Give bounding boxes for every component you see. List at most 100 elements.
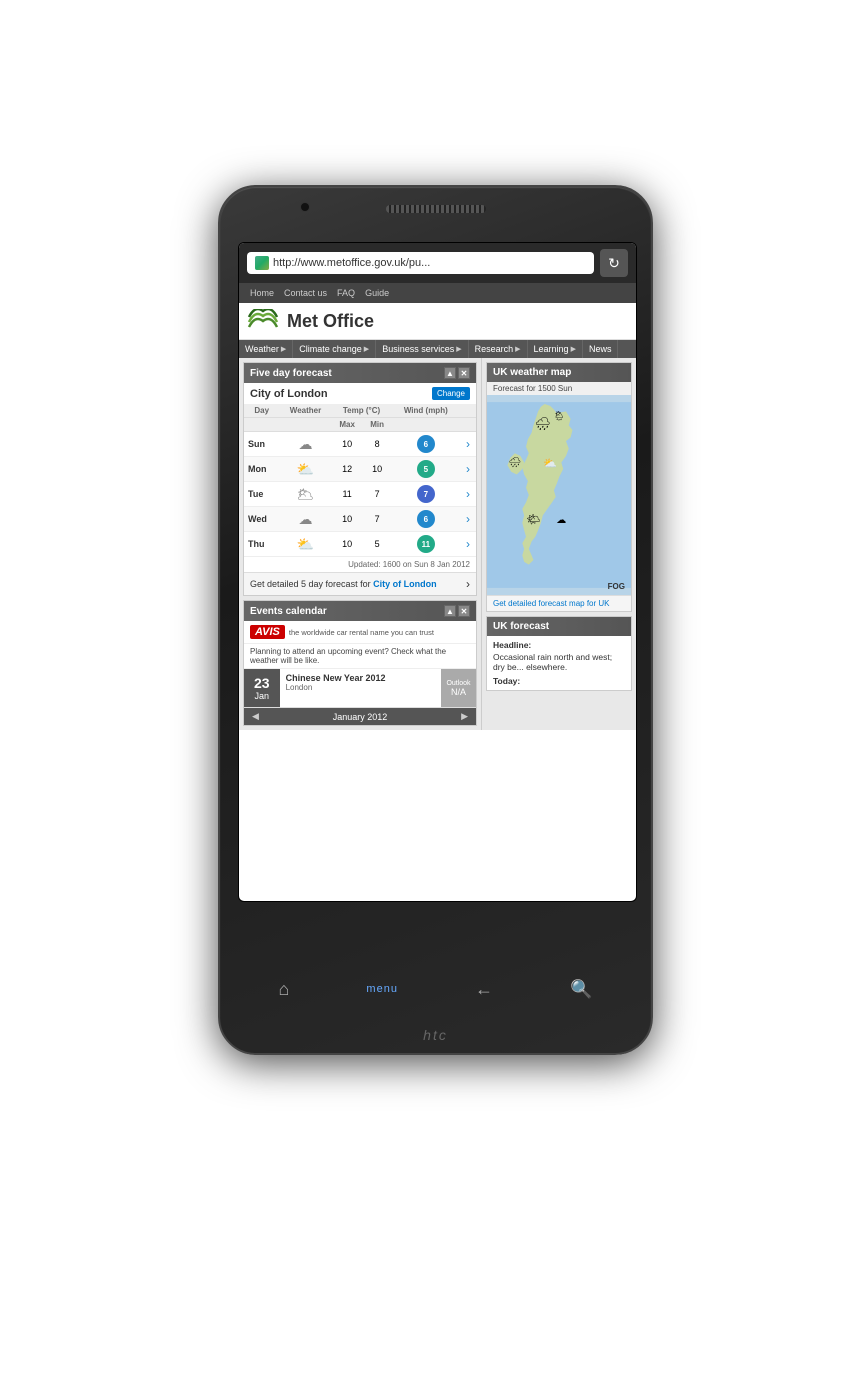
url-bar[interactable]: http://www.metoffice.gov.uk/pu... — [247, 252, 594, 274]
outlook-label: Outlook — [446, 680, 470, 687]
scene: http://www.metoffice.gov.uk/pu... ↻ Home… — [0, 0, 865, 1390]
weather-icon-mon: ⛅ — [279, 457, 331, 482]
events-close-btn[interactable]: ✕ — [458, 605, 470, 617]
table-row[interactable]: Mon ⛅ 12 10 5 › — [244, 457, 476, 482]
wind-tue: 7 — [391, 482, 460, 507]
col-max: Max — [332, 418, 363, 432]
table-row[interactable]: Wed ☁ 10 7 6 › — [244, 507, 476, 532]
weather-icon-wed: ☁ — [279, 507, 331, 532]
cal-prev-arrow[interactable]: ◀ — [252, 711, 259, 722]
site-favicon — [255, 256, 269, 270]
row-arrow-sun[interactable]: › — [460, 432, 476, 457]
phone-body: http://www.metoffice.gov.uk/pu... ↻ Home… — [218, 185, 653, 1055]
nav-research-arrow: ▶ — [515, 345, 520, 353]
col-day: Day — [244, 404, 279, 418]
map-title: UK weather map — [493, 367, 571, 378]
calendar-navigation: ◀ January 2012 ▶ — [244, 708, 476, 725]
table-row[interactable]: Sun ☁ 10 8 6 › — [244, 432, 476, 457]
phone-bottom-nav: ⌂ menu ← 🔍 — [220, 963, 651, 1015]
phone-screen: http://www.metoffice.gov.uk/pu... ↻ Home… — [238, 242, 637, 902]
weather-icon-thu: ⛅ — [279, 532, 331, 557]
widget-close-btn[interactable]: ✕ — [458, 367, 470, 379]
location-name: City of London — [250, 388, 328, 400]
outlook-value: N/A — [451, 687, 466, 697]
max-wed: 10 — [332, 507, 363, 532]
nav-faq[interactable]: FAQ — [332, 286, 360, 300]
reload-button[interactable]: ↻ — [600, 249, 628, 277]
nav-guide[interactable]: Guide — [360, 286, 394, 300]
events-calendar-widget: Events calendar ▲ ✕ AVIS the worldwide c… — [243, 600, 477, 726]
col-weather: Weather — [279, 404, 331, 418]
event-info: Chinese New Year 2012 London — [280, 669, 441, 707]
day-mon: Mon — [244, 457, 279, 482]
nav-search-button[interactable]: 🔍 — [570, 979, 592, 1000]
forecast-link-prefix: Get detailed 5 day forecast for City of … — [250, 579, 437, 589]
events-description: Planning to attend an upcoming event? Ch… — [244, 644, 476, 669]
row-arrow-thu[interactable]: › — [460, 532, 476, 557]
site-content[interactable]: Home Contact us FAQ Guide Met Office — [239, 283, 636, 863]
main-navigation: Weather ▶ Climate change ▶ Business serv… — [239, 340, 636, 358]
forecast-headline-label: Headline: — [493, 640, 625, 650]
forecast-detail-link[interactable]: Get detailed 5 day forecast for City of … — [244, 572, 476, 595]
reload-icon: ↻ — [608, 255, 620, 272]
uk-forecast-content: Headline: Occasional rain north and west… — [487, 636, 631, 690]
nav-news[interactable]: News — [583, 340, 619, 358]
widget-up-btn[interactable]: ▲ — [444, 367, 456, 379]
avis-advertisement: AVIS the worldwide car rental name you c… — [244, 621, 476, 644]
table-row[interactable]: Thu ⛅ 10 5 11 › — [244, 532, 476, 557]
nav-learning[interactable]: Learning ▶ — [528, 340, 583, 358]
wind-sun: 6 — [391, 432, 460, 457]
left-column: Five day forecast ▲ ✕ City of London Cha… — [239, 358, 481, 730]
day-sun: Sun — [244, 432, 279, 457]
svg-text:🌦: 🌦 — [554, 410, 566, 421]
events-widget-controls: ▲ ✕ — [444, 605, 470, 617]
content-grid: Five day forecast ▲ ✕ City of London Cha… — [239, 358, 636, 730]
event-month: Jan — [255, 691, 270, 701]
row-arrow-mon[interactable]: › — [460, 457, 476, 482]
widget-controls: ▲ ✕ — [444, 367, 470, 379]
weather-icon-sun: ☁ — [279, 432, 331, 457]
min-tue: 7 — [363, 482, 392, 507]
change-location-button[interactable]: Change — [432, 387, 470, 400]
row-arrow-tue[interactable]: › — [460, 482, 476, 507]
event-city: London — [286, 683, 435, 692]
col-temp: Temp (°C) — [332, 404, 392, 418]
speaker-grille — [386, 205, 486, 213]
nav-contact[interactable]: Contact us — [279, 286, 332, 300]
table-row[interactable]: Tue 🌥 11 7 7 › — [244, 482, 476, 507]
five-day-forecast-widget: Five day forecast ▲ ✕ City of London Cha… — [243, 362, 477, 596]
site-header: Met Office — [239, 303, 636, 340]
avis-tagline: the worldwide car rental name you can tr… — [289, 628, 434, 637]
uk-map-area[interactable]: 🌧 ⛅ 🌤 ☁ 🌦 🌧 — [487, 395, 631, 595]
uk-weather-map-widget: UK weather map Forecast for 1500 Sun — [486, 362, 632, 612]
nav-weather[interactable]: Weather ▶ — [239, 340, 293, 358]
browser-bar: http://www.metoffice.gov.uk/pu... ↻ — [239, 243, 636, 283]
row-arrow-wed[interactable]: › — [460, 507, 476, 532]
nav-back-button[interactable]: ← — [475, 979, 493, 1000]
event-title: Chinese New Year 2012 — [286, 673, 435, 683]
uk-forecast-text-widget: UK forecast Headline: Occasional rain no… — [486, 616, 632, 691]
forecast-link-location: City of London — [373, 579, 436, 589]
nav-business[interactable]: Business services ▶ — [376, 340, 468, 358]
nav-home[interactable]: Home — [245, 286, 279, 300]
nav-menu-button[interactable]: menu — [366, 983, 398, 995]
col-spacer — [460, 404, 476, 418]
event-item[interactable]: 23 Jan Chinese New Year 2012 London Outl… — [244, 669, 476, 708]
nav-climate[interactable]: Climate change ▶ — [293, 340, 376, 358]
map-detail-link[interactable]: Get detailed forecast map for UK — [487, 595, 631, 611]
min-thu: 5 — [363, 532, 392, 557]
avis-logo: AVIS — [250, 625, 285, 639]
calendar-month-label: January 2012 — [333, 712, 388, 722]
map-widget-header: UK weather map — [487, 363, 631, 382]
nav-research[interactable]: Research ▶ — [469, 340, 528, 358]
events-up-btn[interactable]: ▲ — [444, 605, 456, 617]
day-thu: Thu — [244, 532, 279, 557]
forecast-updated: Updated: 1600 on Sun 8 Jan 2012 — [244, 557, 476, 572]
met-office-logo-text: Met Office — [287, 311, 374, 332]
nav-home-button[interactable]: ⌂ — [279, 979, 290, 1000]
uk-map-svg: 🌧 ⛅ 🌤 ☁ 🌦 🌧 — [487, 395, 631, 595]
event-outlook: Outlook N/A — [441, 669, 476, 707]
col-min: Min — [363, 418, 392, 432]
nav-climate-arrow: ▶ — [364, 345, 369, 353]
cal-next-arrow[interactable]: ▶ — [461, 711, 468, 722]
